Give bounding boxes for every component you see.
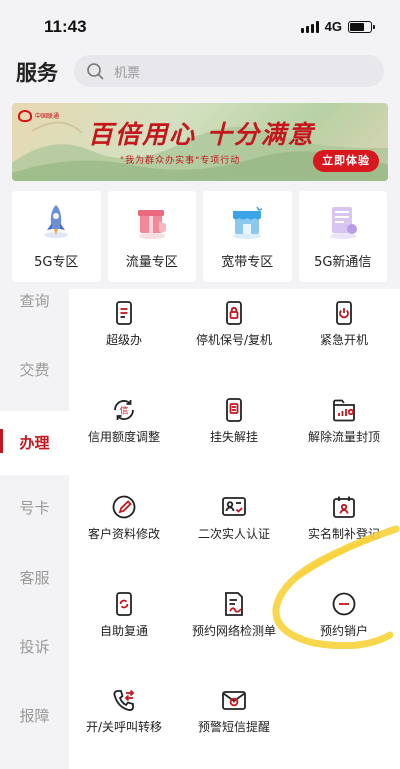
- call-forward-icon: [113, 689, 135, 711]
- service-label: 预警短信提醒: [197, 720, 270, 734]
- banner-cta-button[interactable]: 立即体验: [313, 150, 379, 172]
- network-label: 4G: [324, 19, 342, 34]
- nav-item-fault-report[interactable]: 报障: [0, 702, 69, 762]
- phone-tag-icon: [226, 398, 242, 422]
- promo-banner[interactable]: 中国联通 百倍用心 十分满意 "我为群众办实事"专项行动 立即体验: [12, 103, 388, 181]
- nav-label: 号卡: [19, 499, 50, 517]
- banner-headline: 百倍用心 十分满意: [88, 120, 315, 149]
- service-label: 解除流量封顶: [307, 430, 380, 444]
- service-label: 实名制补登记: [307, 527, 380, 541]
- header: 服务 机票: [0, 52, 400, 96]
- card-data-zone[interactable]: 流量专区: [107, 191, 196, 282]
- signal-icon: [300, 20, 319, 33]
- service-label: 预约销户: [319, 624, 368, 638]
- status-time: 11:43: [44, 17, 87, 36]
- nav-item-customer-service[interactable]: 客服: [0, 564, 69, 624]
- search-icon: [87, 63, 104, 80]
- nav-item-payment[interactable]: 交费: [0, 356, 69, 416]
- battery-icon: [348, 20, 375, 33]
- card-label: 5G新通信: [314, 255, 372, 270]
- card-label: 宽带专区: [221, 255, 274, 270]
- phone-doc-icon: [116, 301, 132, 325]
- service-network-check-booking[interactable]: 预约网络检测单: [179, 585, 289, 655]
- service-label: 挂失解挂: [209, 430, 258, 444]
- service-label: 预约网络检测单: [191, 624, 276, 638]
- gift-box-icon: [137, 210, 166, 239]
- mail-alert-icon: [222, 691, 246, 710]
- store-icon: [233, 206, 263, 239]
- nav-item-query[interactable]: 查询: [0, 287, 69, 347]
- service-label: 信用额度调整: [87, 430, 160, 444]
- nav-item-number-card[interactable]: 号卡: [0, 494, 69, 554]
- calendar-user-icon: [333, 496, 355, 518]
- service-label: 紧急开机: [319, 333, 368, 347]
- service-lift-data-cap[interactable]: 解除流量封顶: [289, 391, 399, 461]
- service-label: 客户资料修改: [87, 527, 160, 541]
- nav-label: 投诉: [19, 638, 50, 656]
- service-label: 二次实人认证: [197, 527, 270, 541]
- service-emergency-power-on[interactable]: 紧急开机: [289, 294, 399, 364]
- banner-subtitle: "我为群众办实事"专项行动: [120, 156, 241, 166]
- card-label: 流量专区: [125, 255, 178, 270]
- nav-item-handle[interactable]: 办理: [0, 411, 69, 475]
- nav-label: 报障: [19, 707, 50, 725]
- profile-edit-icon: [112, 495, 136, 519]
- service-edit-customer-info[interactable]: 客户资料修改: [69, 488, 179, 558]
- category-cards: 5G专区 流量专区 宽带专区 5G新通信: [12, 191, 388, 282]
- service-report-loss[interactable]: 挂失解挂: [179, 391, 289, 461]
- nav-label: 查询: [19, 292, 50, 310]
- rocket-icon: [44, 205, 68, 238]
- service-label: 自助复通: [99, 624, 148, 638]
- card-label: 5G专区: [34, 255, 79, 270]
- service-cancel-account-booking[interactable]: 预约销户: [289, 585, 399, 655]
- phone-power-icon: [336, 301, 352, 325]
- card-broadband-zone[interactable]: 宽带专区: [203, 191, 292, 282]
- service-label: 开/关呼叫转移: [85, 720, 163, 734]
- banner-logo-text: 中国联通: [35, 112, 60, 120]
- card-5g-new-communication[interactable]: 5G新通信: [298, 191, 387, 282]
- page-title: 服务: [16, 61, 58, 85]
- service-grid: 超级办 停机保号/复机 紧急开机 信 信用额度调整 挂失解挂 解除流量封顶 客户…: [69, 289, 400, 769]
- credit-refresh-icon: 信: [114, 400, 134, 420]
- service-sms-alert[interactable]: 预警短信提醒: [179, 681, 289, 751]
- search-placeholder: 机票: [114, 65, 141, 81]
- side-nav: 查询 交费 办理 号卡 客服 投诉 报障: [0, 287, 69, 769]
- service-self-reconnect[interactable]: 自助复通: [69, 585, 179, 655]
- service-label: 停机保号/复机: [195, 333, 273, 347]
- status-bar: 11:43 4G: [0, 0, 400, 52]
- status-indicators: 4G: [300, 19, 375, 34]
- unicom-logo: 中国联通: [18, 110, 59, 122]
- nav-label: 办理: [19, 434, 50, 452]
- nav-item-complaint[interactable]: 投诉: [0, 633, 69, 693]
- data-unlock-icon: [333, 399, 355, 422]
- nav-label: 交费: [19, 361, 50, 379]
- service-second-verification[interactable]: 二次实人认证: [179, 488, 289, 558]
- id-card-check-icon: [222, 497, 246, 516]
- service-super-handle[interactable]: 超级办: [69, 294, 179, 364]
- service-call-forwarding[interactable]: 开/关呼叫转移: [69, 681, 179, 751]
- service-real-name-registration[interactable]: 实名制补登记: [289, 488, 399, 558]
- nav-label: 客服: [19, 569, 50, 587]
- phone-lock-icon: [226, 301, 242, 325]
- minus-circle-icon: [332, 592, 356, 616]
- service-credit-adjust[interactable]: 信 信用额度调整: [69, 391, 179, 461]
- unicom-logo-icon: [18, 110, 32, 122]
- service-label: 超级办: [105, 333, 142, 347]
- card-5g-zone[interactable]: 5G专区: [12, 191, 101, 282]
- search-bar[interactable]: 机票: [74, 55, 384, 87]
- service-suspend-keep-number[interactable]: 停机保号/复机: [179, 294, 289, 364]
- svg-text:信: 信: [119, 405, 128, 417]
- message-card-icon: [329, 207, 357, 239]
- document-sign-icon: [225, 592, 243, 616]
- phone-refresh-icon: [116, 592, 132, 616]
